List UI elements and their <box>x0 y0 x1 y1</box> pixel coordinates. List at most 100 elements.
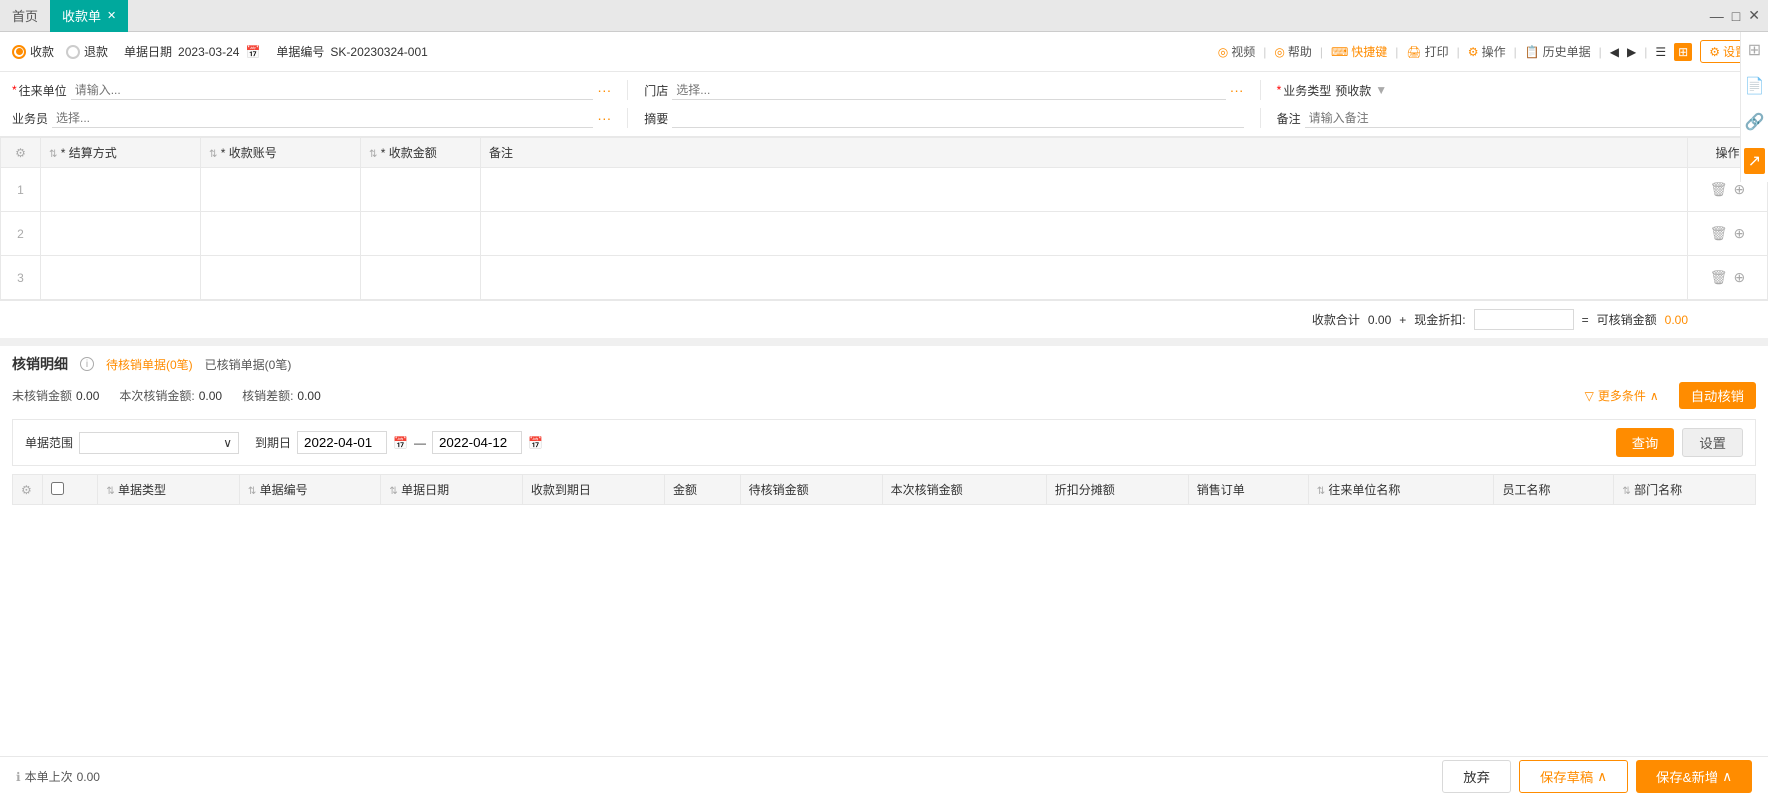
verification-stats: 未核销金额 0.00 本次核销金额: 0.00 核销差额: 0.00 ▽ 更多条… <box>12 382 1756 409</box>
table-row: 2 🗑 ⊕ <box>1 212 1768 256</box>
number-field: 单据编号 SK-20230324-001 <box>276 43 427 60</box>
calendar-to-icon[interactable]: 📅 <box>528 436 543 450</box>
history-action[interactable]: 📋 历史单据 <box>1525 43 1591 60</box>
save-button[interactable]: 保存&新增 ∧ <box>1636 760 1752 793</box>
refund-radio[interactable]: 退款 <box>66 43 108 60</box>
action-cell: 🗑 ⊕ <box>1688 256 1768 300</box>
receipt-radio[interactable]: 收款 <box>12 43 54 60</box>
operation-icon: ⚙ <box>1468 45 1479 59</box>
info-icon[interactable]: i <box>80 357 94 371</box>
remark-cell[interactable] <box>481 168 1688 212</box>
account-cell[interactable] <box>201 168 361 212</box>
receipt-refund-toggle: 收款 退款 <box>12 43 108 60</box>
delete-icon[interactable]: 🗑 <box>1710 269 1728 286</box>
tab-home[interactable]: 首页 <box>0 0 50 32</box>
row-index: 2 <box>1 212 41 256</box>
draft-button[interactable]: 保存草稿 ∧ <box>1519 760 1628 793</box>
abandon-button[interactable]: 放弃 <box>1442 760 1511 793</box>
current-stat: 本次核销金额: 0.00 <box>119 387 222 404</box>
verification-section: 核销明细 i 待核销单据(0笔) 已核销单据(0笔) 未核销金额 0.00 本次… <box>0 346 1768 513</box>
print-action[interactable]: 🖨 打印 <box>1406 43 1448 60</box>
sidebar-table-icon[interactable]: ⊞ <box>1748 40 1761 60</box>
business-type-select[interactable]: 预收款 ▼ <box>1335 82 1387 99</box>
amount-cell[interactable] <box>361 168 481 212</box>
remark-input[interactable] <box>1305 109 1756 128</box>
table-gear-icon[interactable]: ⚙ <box>15 146 26 160</box>
bottom-prev: ℹ 本单上次 0.00 <box>16 768 100 785</box>
date-to-input[interactable] <box>432 431 522 454</box>
bottom-bar: ℹ 本单上次 0.00 放弃 保存草稿 ∧ 保存&新增 ∧ <box>0 756 1768 796</box>
bottom-table-gear[interactable]: ⚙ <box>21 483 32 497</box>
row-index: 1 <box>1 168 41 212</box>
tab-receipt[interactable]: 收款单 ✕ <box>50 0 128 32</box>
video-action[interactable]: ◎ 视频 <box>1218 43 1256 60</box>
amount-cell[interactable] <box>361 256 481 300</box>
maximize-icon[interactable]: □ <box>1732 8 1740 24</box>
col-discount: 折扣分摊额 <box>1046 475 1188 505</box>
filter-settings-button[interactable]: 设置 <box>1682 428 1743 457</box>
chevron-up-icon: ∧ <box>1650 389 1659 403</box>
help-action[interactable]: ◎ 帮助 <box>1274 43 1312 60</box>
date-from-input[interactable] <box>297 431 387 454</box>
discount-input[interactable] <box>1474 309 1574 330</box>
draft-arrow-icon: ∧ <box>1597 769 1607 785</box>
nav-next-icon[interactable]: ▶ <box>1627 45 1636 59</box>
sidebar-doc-icon[interactable]: 📄 <box>1745 76 1765 96</box>
store-field: 门店 ··· <box>644 81 1243 100</box>
nav-prev-icon[interactable]: ◀ <box>1610 45 1619 59</box>
col-settle-header: ⇅ * 结算方式 <box>41 138 201 168</box>
form-section: * 往来单位 ··· 门店 ··· * 业务类型 预收款 ▼ <box>0 72 1768 137</box>
amount-cell[interactable] <box>361 212 481 256</box>
query-button[interactable]: 查询 <box>1616 428 1675 457</box>
counterpart-more-icon[interactable]: ··· <box>597 82 611 98</box>
sidebar-link-icon[interactable]: 🔗 <box>1745 112 1765 132</box>
verification-header: 核销明细 i 待核销单据(0笔) 已核销单据(0笔) <box>12 354 1756 374</box>
copy-icon[interactable]: ⊕ <box>1734 269 1746 286</box>
shortcut-action[interactable]: ⌨ 快捷键 <box>1331 43 1387 60</box>
copy-icon[interactable]: ⊕ <box>1734 225 1746 242</box>
settle-cell[interactable] <box>41 212 201 256</box>
col-doc-date: ⇅ 单据日期 <box>381 475 523 505</box>
remark-cell[interactable] <box>481 212 1688 256</box>
date-field: 单据日期 2023-03-24 📅 <box>124 43 260 60</box>
col-sales-order: 销售订单 <box>1188 475 1308 505</box>
delete-icon[interactable]: 🗑 <box>1710 181 1728 198</box>
settle-cell[interactable] <box>41 168 201 212</box>
due-date-field: 到期日 📅 — 📅 <box>255 431 543 454</box>
minimize-icon[interactable]: — <box>1710 8 1724 24</box>
close-icon[interactable]: ✕ <box>1748 7 1760 24</box>
done-tab[interactable]: 已核销单据(0笔) <box>205 356 292 373</box>
counterpart-input[interactable] <box>71 81 594 100</box>
account-cell[interactable] <box>201 212 361 256</box>
auto-verify-button[interactable]: 自动核销 <box>1679 382 1756 409</box>
main-content: 收款 退款 单据日期 2023-03-24 📅 单据编号 SK-20230324… <box>0 32 1768 796</box>
select-all-checkbox[interactable] <box>51 482 64 495</box>
form-row-2: 业务员 ··· 摘要 备注 <box>12 108 1756 128</box>
calendar-from-icon[interactable]: 📅 <box>393 436 408 450</box>
salesperson-more-icon[interactable]: ··· <box>597 110 611 126</box>
range-select[interactable]: ∨ <box>79 432 239 454</box>
copy-icon[interactable]: ⊕ <box>1734 181 1746 198</box>
settle-cell[interactable] <box>41 256 201 300</box>
sidebar-expand-icon[interactable]: ↗ <box>1744 148 1765 174</box>
remark-cell[interactable] <box>481 256 1688 300</box>
tab-close-icon[interactable]: ✕ <box>107 9 116 22</box>
table-row: 1 🗑 ⊕ <box>1 168 1768 212</box>
col-doc-type: ⇅ 单据类型 <box>98 475 240 505</box>
account-cell[interactable] <box>201 256 361 300</box>
more-conditions-button[interactable]: ▽ 更多条件 ∧ <box>1585 387 1659 404</box>
right-sidebar: ⊞ 📄 🔗 ↗ <box>1740 32 1768 182</box>
layout-icon[interactable]: ☰ <box>1655 45 1666 59</box>
store-more-icon[interactable]: ··· <box>1230 82 1244 98</box>
store-input[interactable] <box>672 81 1225 100</box>
salesperson-field: 业务员 ··· <box>12 109 611 128</box>
calendar-icon[interactable]: 📅 <box>245 45 260 59</box>
operation-action[interactable]: ⚙ 操作 <box>1468 43 1506 60</box>
delete-icon[interactable]: 🗑 <box>1710 225 1728 242</box>
summary-input[interactable] <box>672 109 1243 128</box>
salesperson-input[interactable] <box>52 109 593 128</box>
grid-icon[interactable]: ⊞ <box>1674 43 1692 61</box>
pending-tab[interactable]: 待核销单据(0笔) <box>106 356 193 373</box>
date-value: 2023-03-24 <box>178 45 239 59</box>
col-pending: 待核销金额 <box>740 475 882 505</box>
